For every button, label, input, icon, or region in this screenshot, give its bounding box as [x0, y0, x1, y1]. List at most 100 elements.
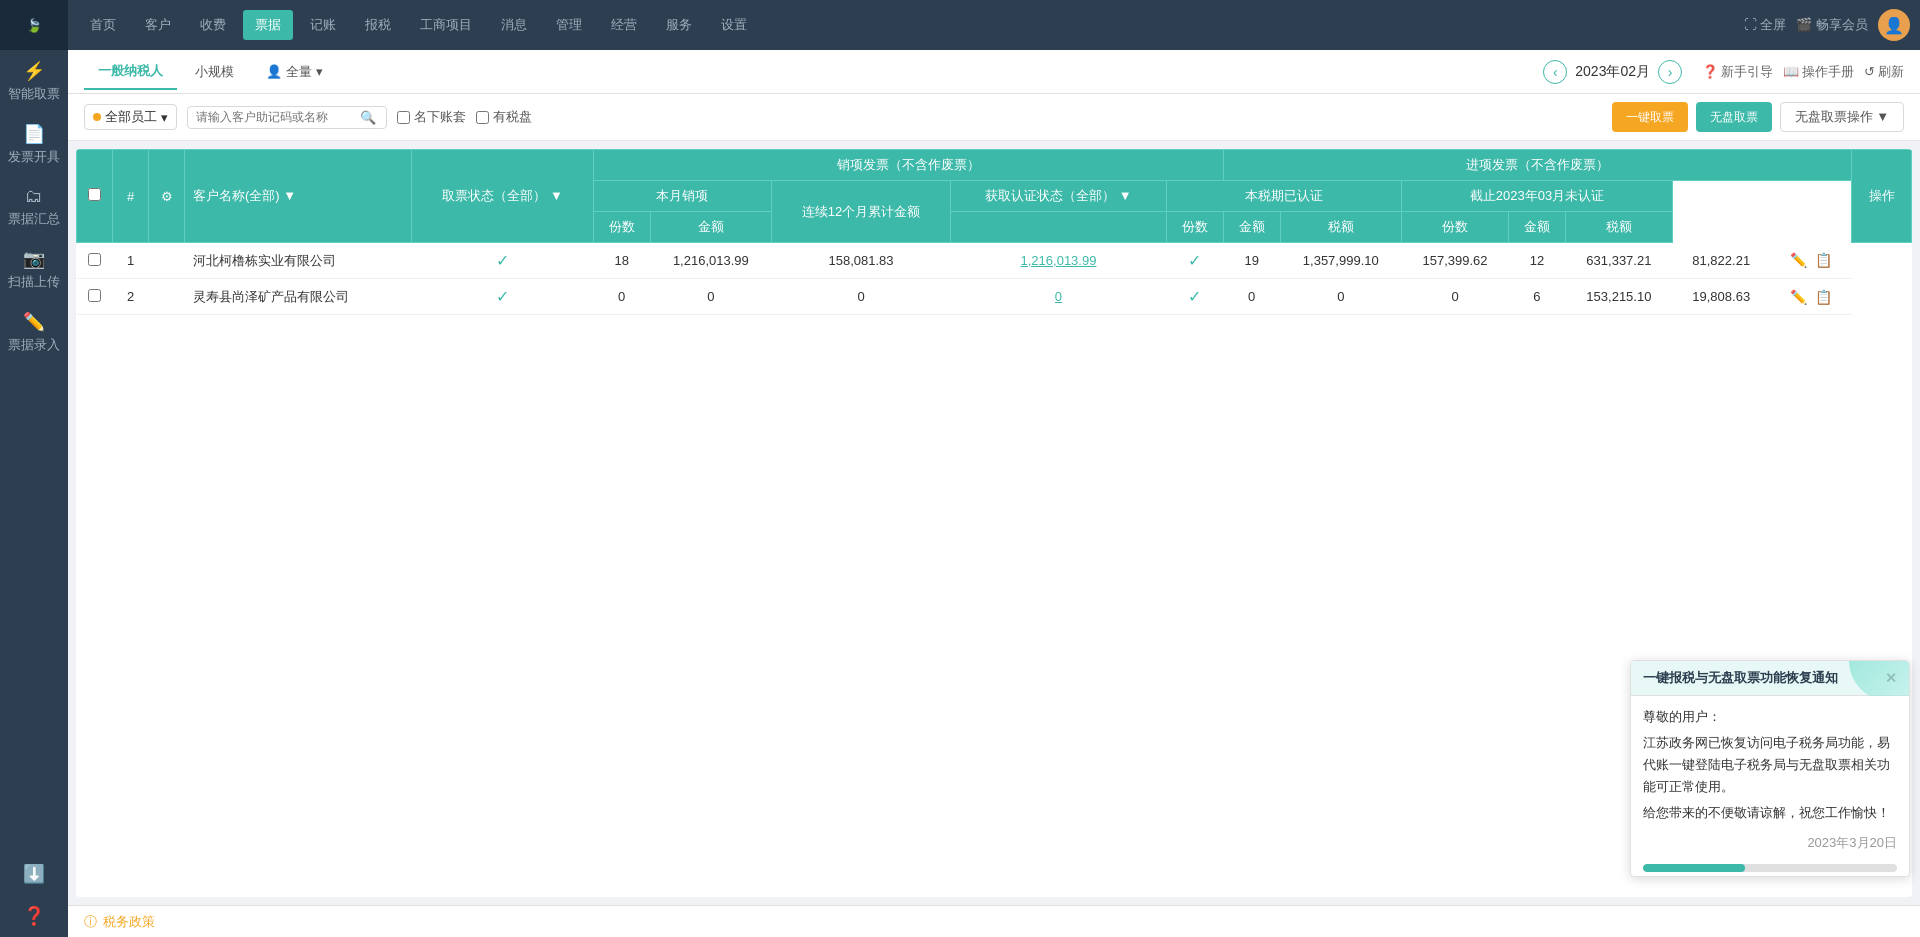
sidebar: 🍃 ⚡ 智能取票 📄 发票开具 🗂 票据汇总 📷 扫描上传 ✏️ 票据录入 ⬇️… [0, 0, 68, 937]
row-no: 2 [113, 279, 149, 315]
checkbox-account[interactable]: 名下账套 [397, 108, 466, 126]
row-cumulative[interactable]: 0 [950, 279, 1166, 315]
date-prev-btn[interactable]: ‹ [1543, 60, 1567, 84]
row-pur-rec-count: 0 [1223, 279, 1280, 315]
th-pur-rec-tax: 税额 [1280, 212, 1401, 243]
nav-service[interactable]: 服务 [654, 10, 704, 40]
tax-disk-checkbox[interactable] [476, 111, 489, 124]
new-guide-btn[interactable]: ❓ 新手引导 [1702, 63, 1773, 81]
row-sales-count: 0 [593, 279, 650, 315]
row-actions: ✏️ 📋 [1770, 243, 1852, 279]
th-sales-count: 份数 [593, 212, 650, 243]
nav-operation[interactable]: 经营 [599, 10, 649, 40]
no-disk-retrieve-btn[interactable]: 无盘取票 [1696, 102, 1772, 132]
no-disk-ops-btn[interactable]: 无盘取票操作 ▼ [1780, 102, 1904, 132]
nav-management[interactable]: 管理 [544, 10, 594, 40]
checkbox-tax-disk[interactable]: 有税盘 [476, 108, 532, 126]
refresh-btn[interactable]: ↺ 刷新 [1864, 63, 1904, 81]
employee-select[interactable]: 全部员工 ▾ [84, 104, 177, 130]
account-checkbox[interactable] [397, 111, 410, 124]
nav-collection[interactable]: 收费 [188, 10, 238, 40]
edit-icon[interactable]: ✏️ [1790, 289, 1807, 305]
sidebar-item-download[interactable]: ⬇️ [0, 853, 68, 895]
row-pur-rec-amount: 1,357,999.10 [1280, 243, 1401, 279]
member-btn[interactable]: 🎬 畅享会员 [1796, 16, 1868, 34]
status-label[interactable]: 税务政策 [103, 913, 155, 931]
sidebar-item-scan-upload[interactable]: 📷 扫描上传 [0, 238, 68, 301]
th-no: # [113, 150, 149, 243]
row-pur-unrec-amount: 631,337.21 [1565, 243, 1672, 279]
row-pur-rec-tax: 157,399.62 [1401, 243, 1508, 279]
employee-label: 全部员工 [105, 108, 157, 126]
sidebar-bottom: ⬇️ ❓ [0, 853, 68, 937]
main-table: # ⚙ 客户名称(全部) ▼ 取票状态（全部） ▼ 销项发票（不含作废票） 进项… [76, 149, 1912, 315]
row-pur-unrec-count: 12 [1509, 243, 1566, 279]
nav-settings[interactable]: 设置 [709, 10, 759, 40]
tab-small-scale[interactable]: 小规模 [181, 55, 248, 89]
person-icon: 👤 [266, 64, 282, 79]
notification-close-btn[interactable]: ✕ [1885, 670, 1897, 686]
search-input[interactable] [196, 110, 356, 124]
scan-upload-icon: 📷 [23, 248, 45, 270]
nav-home[interactable]: 首页 [78, 10, 128, 40]
row-settings-icon [149, 279, 185, 315]
notification-scrollbar[interactable] [1643, 864, 1897, 872]
notification-line3: 给您带来的不便敬请谅解，祝您工作愉快！ [1643, 802, 1897, 824]
select-all-checkbox[interactable] [88, 188, 101, 201]
table-row: 1 河北柯橹栋实业有限公司 ✓ 18 1,216,013.99 158,081.… [77, 243, 1912, 279]
row-checkbox[interactable] [77, 279, 113, 315]
invoice-summary-icon: 🗂 [25, 186, 43, 207]
row-sales-amount: 0 [650, 279, 771, 315]
row-pur-rec-tax: 0 [1401, 279, 1508, 315]
notification-body: 尊敬的用户： 江苏政务网已恢复访问电子税务局功能，易代账一键登陆电子税务局与无盘… [1631, 696, 1909, 834]
nav-invoice[interactable]: 票据 [243, 10, 293, 40]
copy-icon[interactable]: 📋 [1815, 289, 1832, 305]
row-actions: ✏️ 📋 [1770, 279, 1852, 315]
nav-message[interactable]: 消息 [489, 10, 539, 40]
tab-all-amount[interactable]: 👤 全量 ▾ [252, 55, 337, 89]
search-icon[interactable]: 🔍 [360, 110, 376, 125]
chevron-down-icon: ▾ [316, 64, 323, 79]
th-recognize-status-placeholder [950, 212, 1166, 243]
manual-btn[interactable]: 📖 操作手册 [1783, 63, 1854, 81]
help-icon: ❓ [23, 905, 45, 927]
th-sales-group: 销项发票（不含作废票） [593, 150, 1223, 181]
edit-icon[interactable]: ✏️ [1790, 252, 1807, 268]
filter-icon2[interactable]: ▼ [550, 188, 563, 203]
filter-icon[interactable]: ▼ [283, 188, 296, 203]
fullscreen-btn[interactable]: ⛶ 全屏 [1744, 16, 1787, 34]
copy-icon[interactable]: 📋 [1815, 252, 1832, 268]
th-month-sales: 本月销项 [593, 181, 771, 212]
filter-icon3[interactable]: ▼ [1119, 188, 1132, 203]
row-checkbox[interactable] [77, 243, 113, 279]
row-cumulative[interactable]: 1,216,013.99 [950, 243, 1166, 279]
sidebar-item-smart-retrieve[interactable]: ⚡ 智能取票 [0, 50, 68, 113]
th-customer-name: 客户名称(全部) ▼ [185, 150, 412, 243]
row-pur-unrec-amount: 153,215.10 [1565, 279, 1672, 315]
chevron-down-icon: ▾ [161, 110, 168, 125]
avatar[interactable]: 👤 [1878, 9, 1910, 41]
row-sales-tax: 158,081.83 [772, 243, 951, 279]
row-recognize-status: ✓ [1166, 279, 1223, 315]
status-bar: ⓘ 税务政策 [68, 905, 1920, 937]
sidebar-item-help[interactable]: ❓ [0, 895, 68, 937]
nav-tax[interactable]: 报税 [353, 10, 403, 40]
nav-bookkeeping[interactable]: 记账 [298, 10, 348, 40]
sidebar-item-data-entry[interactable]: ✏️ 票据录入 [0, 301, 68, 364]
sidebar-item-issue-invoice[interactable]: 📄 发票开具 [0, 113, 68, 176]
one-key-retrieve-btn[interactable]: 一键取票 [1612, 102, 1688, 132]
th-action: 操作 [1852, 150, 1912, 243]
notification-header: 一键报税与无盘取票功能恢复通知 ✕ [1631, 661, 1909, 696]
nav-industry[interactable]: 工商项目 [408, 10, 484, 40]
date-nav: ‹ 2023年02月 › [1543, 60, 1682, 84]
tab-general-taxpayer[interactable]: 一般纳税人 [84, 54, 177, 90]
row-pur-unrec-tax: 81,822.21 [1672, 243, 1770, 279]
nav-customer[interactable]: 客户 [133, 10, 183, 40]
notification-line2: 江苏政务网已恢复访问电子税务局功能，易代账一键登陆电子税务局与无盘取票相关功能可… [1643, 732, 1897, 798]
sidebar-item-invoice-summary[interactable]: 🗂 票据汇总 [0, 176, 68, 238]
row-customer: 河北柯橹栋实业有限公司 [185, 243, 412, 279]
row-retrieve-status: ✓ [412, 243, 594, 279]
th-settings-icon[interactable]: ⚙ [149, 150, 185, 243]
tabs-bar: 一般纳税人 小规模 👤 全量 ▾ ‹ 2023年02月 › ❓ 新手引导 📖 操… [68, 50, 1920, 94]
date-next-btn[interactable]: › [1658, 60, 1682, 84]
